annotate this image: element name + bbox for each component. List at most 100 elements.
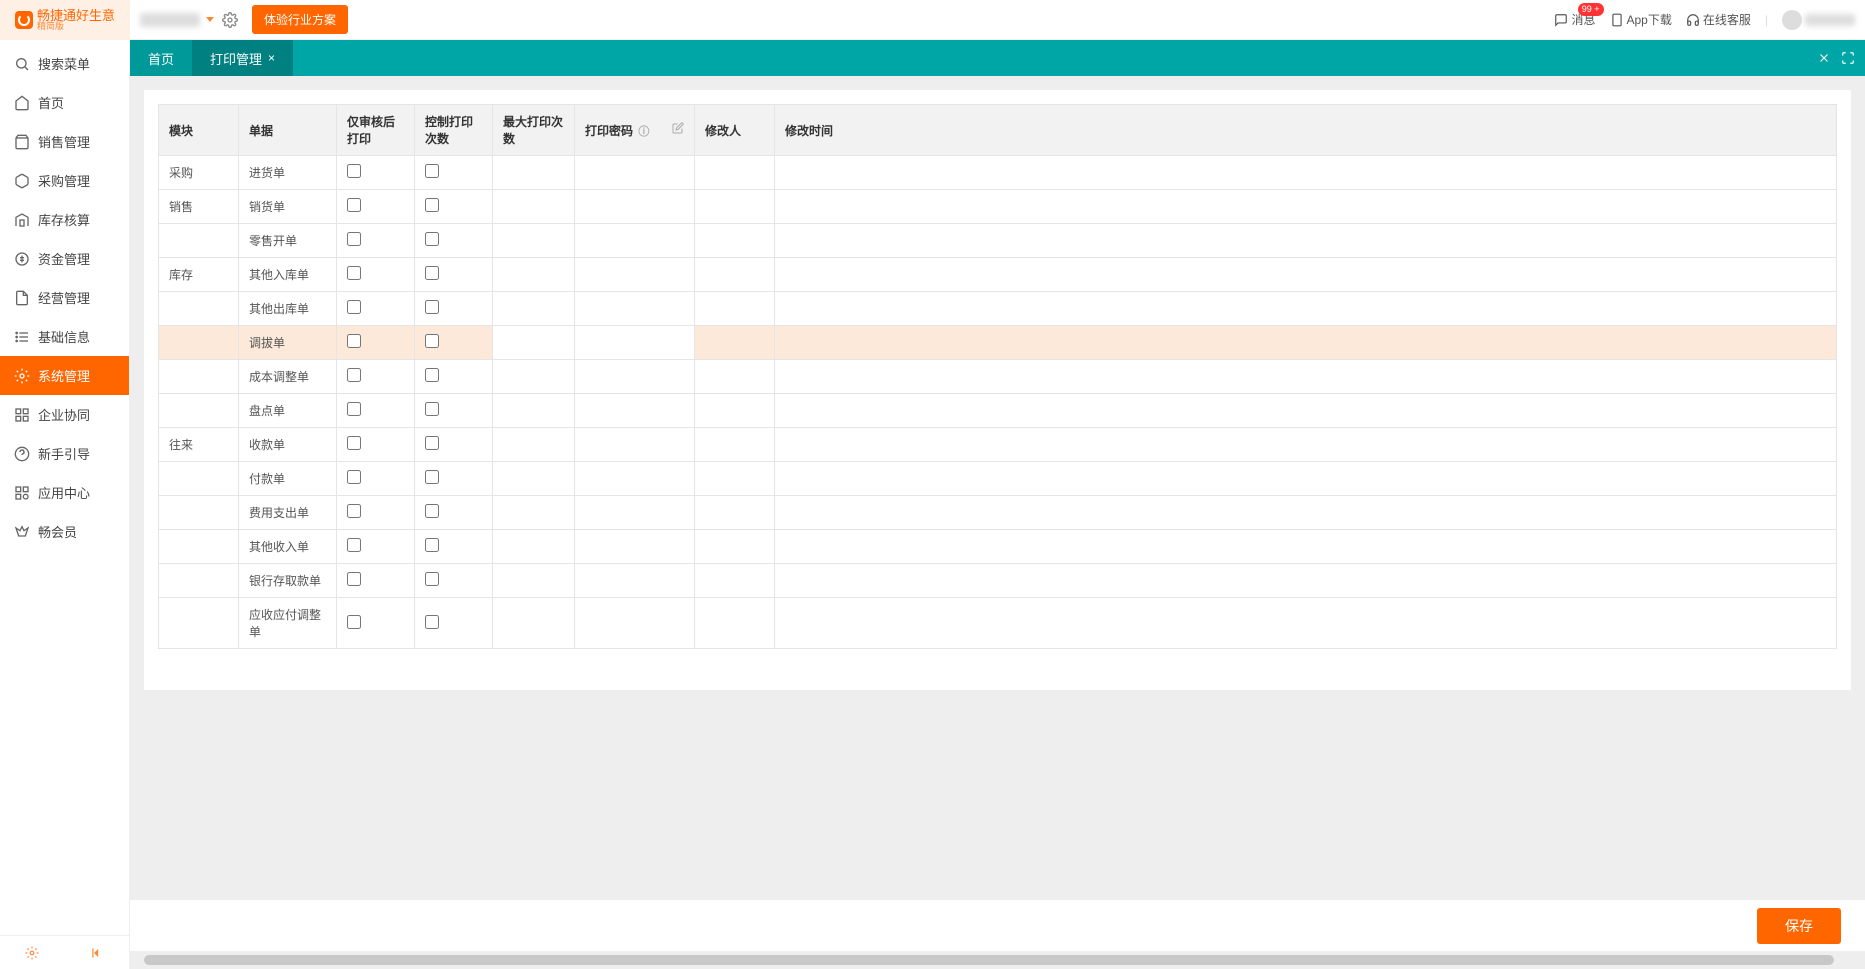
sidebar-item-8[interactable]: 系统管理 — [0, 356, 129, 395]
sidebar-item-10[interactable]: 新手引导 — [0, 434, 129, 473]
app-download-button[interactable]: App下载 — [1610, 11, 1672, 28]
content-area: 模块 单据 仅审核后打印 控制打印次数 最大打印次数 打印密码 ⓘ 修改人 — [130, 76, 1865, 969]
footer-bar: 保存 — [130, 899, 1865, 951]
sidebar-item-label: 基础信息 — [38, 327, 90, 346]
sidebar-item-12[interactable]: 畅会员 — [0, 512, 129, 551]
cell-module — [159, 564, 239, 598]
control-count-checkbox[interactable] — [425, 266, 439, 280]
company-selector[interactable] — [140, 13, 214, 27]
sidebar-item-7[interactable]: 基础信息 — [0, 317, 129, 356]
cell-max-count[interactable] — [493, 326, 575, 360]
vip-icon — [14, 524, 30, 540]
cell-modified-at — [775, 258, 1837, 292]
audit-only-checkbox[interactable] — [347, 368, 361, 382]
tab-close-icon[interactable]: × — [268, 51, 275, 65]
cell-max-count — [493, 598, 575, 649]
audit-only-checkbox[interactable] — [347, 402, 361, 416]
sidebar-item-label: 应用中心 — [38, 483, 90, 502]
package-icon — [14, 173, 30, 189]
cell-module — [159, 530, 239, 564]
help-icon[interactable]: ⓘ — [638, 126, 649, 138]
sidebar-item-3[interactable]: 采购管理 — [0, 161, 129, 200]
control-count-checkbox[interactable] — [425, 538, 439, 552]
sidebar-item-4[interactable]: 库存核算 — [0, 200, 129, 239]
control-count-checkbox[interactable] — [425, 232, 439, 246]
cell-password[interactable] — [575, 326, 695, 360]
sidebar-collapse-button[interactable] — [65, 936, 130, 969]
control-count-checkbox[interactable] — [425, 572, 439, 586]
username-redacted — [1805, 14, 1855, 26]
print-settings-table: 模块 单据 仅审核后打印 控制打印次数 最大打印次数 打印密码 ⓘ 修改人 — [158, 104, 1837, 649]
audit-only-checkbox[interactable] — [347, 470, 361, 484]
cell-module — [159, 326, 239, 360]
cell-audit-only — [337, 224, 415, 258]
top-header: 畅捷通好生意 精简版 体验行业方案 消息 99 + App下载 在线客 — [0, 0, 1865, 40]
shopping-bag-icon — [14, 134, 30, 150]
sidebar-settings-button[interactable] — [0, 936, 65, 969]
cell-modified-at — [775, 326, 1837, 360]
cell-modifier — [695, 360, 775, 394]
audit-only-checkbox[interactable] — [347, 266, 361, 280]
scrollbar-thumb[interactable] — [144, 955, 1834, 965]
cell-modified-at — [775, 394, 1837, 428]
sidebar-item-5[interactable]: 资金管理 — [0, 239, 129, 278]
sidebar: 搜索菜单首页销售管理采购管理库存核算资金管理经营管理基础信息系统管理企业协同新手… — [0, 40, 130, 969]
sidebar-item-9[interactable]: 企业协同 — [0, 395, 129, 434]
cell-control-count — [415, 598, 493, 649]
cell-max-count — [493, 156, 575, 190]
edit-icon[interactable] — [672, 122, 684, 134]
fullscreen-button[interactable] — [1841, 51, 1855, 65]
industry-solution-button[interactable]: 体验行业方案 — [252, 5, 348, 34]
tab-1[interactable]: 打印管理× — [192, 40, 293, 76]
audit-only-checkbox[interactable] — [347, 334, 361, 348]
sidebar-item-1[interactable]: 首页 — [0, 83, 129, 122]
audit-only-checkbox[interactable] — [347, 300, 361, 314]
audit-only-checkbox[interactable] — [347, 198, 361, 212]
messages-badge: 99 + — [1578, 3, 1604, 16]
horizontal-scrollbar[interactable] — [144, 955, 1851, 965]
audit-only-checkbox[interactable] — [347, 436, 361, 450]
cell-modifier — [695, 530, 775, 564]
cell-control-count — [415, 428, 493, 462]
control-count-checkbox[interactable] — [425, 198, 439, 212]
save-button[interactable]: 保存 — [1757, 908, 1841, 944]
audit-only-checkbox[interactable] — [347, 615, 361, 629]
user-menu[interactable] — [1782, 10, 1855, 30]
document-icon — [14, 290, 30, 306]
messages-button[interactable]: 消息 99 + — [1554, 11, 1595, 28]
apps-icon — [14, 485, 30, 501]
online-service-button[interactable]: 在线客服 — [1686, 11, 1751, 28]
fullscreen-icon — [1841, 51, 1855, 65]
cell-audit-only — [337, 190, 415, 224]
control-count-checkbox[interactable] — [425, 615, 439, 629]
control-count-checkbox[interactable] — [425, 504, 439, 518]
audit-only-checkbox[interactable] — [347, 572, 361, 586]
control-count-checkbox[interactable] — [425, 402, 439, 416]
control-count-checkbox[interactable] — [425, 436, 439, 450]
column-module: 模块 — [159, 105, 239, 156]
control-count-checkbox[interactable] — [425, 368, 439, 382]
sidebar-item-2[interactable]: 销售管理 — [0, 122, 129, 161]
control-count-checkbox[interactable] — [425, 470, 439, 484]
gear-icon[interactable] — [222, 12, 238, 28]
control-count-checkbox[interactable] — [425, 164, 439, 178]
sidebar-item-6[interactable]: 经营管理 — [0, 278, 129, 317]
audit-only-checkbox[interactable] — [347, 232, 361, 246]
sidebar-item-11[interactable]: 应用中心 — [0, 473, 129, 512]
cell-document: 银行存取款单 — [239, 564, 337, 598]
audit-only-checkbox[interactable] — [347, 504, 361, 518]
cell-modifier — [695, 292, 775, 326]
cell-modifier — [695, 224, 775, 258]
sidebar-item-0[interactable]: 搜索菜单 — [0, 44, 129, 83]
tab-0[interactable]: 首页 — [130, 40, 192, 76]
cell-document: 应收应付调整单 — [239, 598, 337, 649]
close-all-tabs-button[interactable] — [1817, 51, 1831, 65]
audit-only-checkbox[interactable] — [347, 164, 361, 178]
cell-modified-at — [775, 428, 1837, 462]
cell-control-count — [415, 156, 493, 190]
control-count-checkbox[interactable] — [425, 334, 439, 348]
brand-logo[interactable]: 畅捷通好生意 精简版 — [0, 0, 130, 40]
audit-only-checkbox[interactable] — [347, 538, 361, 552]
cell-modifier — [695, 564, 775, 598]
control-count-checkbox[interactable] — [425, 300, 439, 314]
